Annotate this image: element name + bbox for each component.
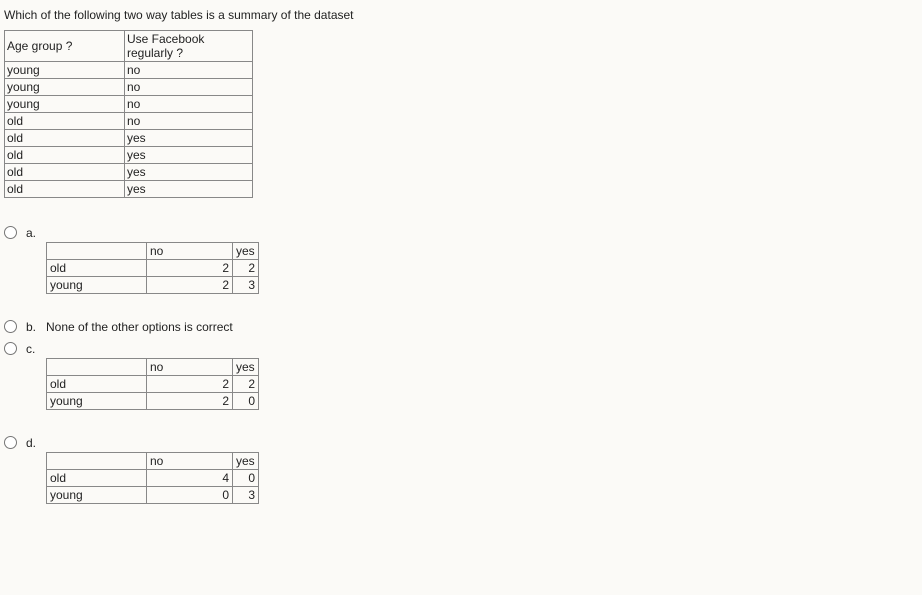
cell-no: 2 bbox=[147, 260, 233, 277]
table-row: oldno bbox=[5, 113, 253, 130]
table-row: oldyes bbox=[5, 147, 253, 164]
row-label: young bbox=[47, 277, 147, 294]
header-age: Age group ? bbox=[5, 31, 125, 62]
cell-age: old bbox=[5, 147, 125, 164]
answer-options: a. no yes old 2 2 young 2 3 bbox=[4, 226, 918, 504]
header-no: no bbox=[147, 359, 233, 376]
cell-fb: yes bbox=[125, 164, 253, 181]
table-row: oldyes bbox=[5, 164, 253, 181]
summary-table-c: no yes old 2 2 young 2 0 bbox=[46, 358, 259, 410]
cell-age: young bbox=[5, 79, 125, 96]
table-row: oldyes bbox=[5, 181, 253, 198]
header-fb: Use Facebook regularly ? bbox=[125, 31, 253, 62]
cell-no: 2 bbox=[147, 393, 233, 410]
cell-no: 2 bbox=[147, 376, 233, 393]
cell-yes: 3 bbox=[233, 277, 259, 294]
cell-yes: 3 bbox=[233, 487, 259, 504]
option-b: b. None of the other options is correct bbox=[4, 320, 918, 336]
cell-age: young bbox=[5, 96, 125, 113]
empty-cell bbox=[47, 453, 147, 470]
cell-fb: yes bbox=[125, 147, 253, 164]
summary-table-d: no yes old 4 0 young 0 3 bbox=[46, 452, 259, 504]
option-c: c. no yes old 2 2 young 2 0 bbox=[4, 342, 918, 410]
cell-fb: yes bbox=[125, 181, 253, 198]
header-yes: yes bbox=[233, 453, 259, 470]
cell-fb: no bbox=[125, 62, 253, 79]
option-letter: d. bbox=[26, 436, 46, 450]
cell-yes: 0 bbox=[233, 470, 259, 487]
cell-age: old bbox=[5, 113, 125, 130]
cell-no: 2 bbox=[147, 277, 233, 294]
cell-no: 0 bbox=[147, 487, 233, 504]
cell-fb: no bbox=[125, 79, 253, 96]
radio-d[interactable] bbox=[4, 436, 17, 449]
option-letter: b. bbox=[26, 320, 46, 334]
dataset-table: Age group ? Use Facebook regularly ? you… bbox=[4, 30, 253, 198]
table-header-row: Age group ? Use Facebook regularly ? bbox=[5, 31, 253, 62]
cell-yes: 0 bbox=[233, 393, 259, 410]
cell-age: old bbox=[5, 164, 125, 181]
row-label: young bbox=[47, 393, 147, 410]
question-text: Which of the following two way tables is… bbox=[4, 8, 918, 22]
cell-fb: no bbox=[125, 113, 253, 130]
cell-age: old bbox=[5, 130, 125, 147]
summary-table-a: no yes old 2 2 young 2 3 bbox=[46, 242, 259, 294]
header-yes: yes bbox=[233, 359, 259, 376]
table-row: youngno bbox=[5, 79, 253, 96]
cell-age: young bbox=[5, 62, 125, 79]
row-label: old bbox=[47, 260, 147, 277]
option-a: a. no yes old 2 2 young 2 3 bbox=[4, 226, 918, 294]
row-label: old bbox=[47, 470, 147, 487]
cell-age: old bbox=[5, 181, 125, 198]
header-yes: yes bbox=[233, 243, 259, 260]
radio-c[interactable] bbox=[4, 342, 17, 355]
header-no: no bbox=[147, 453, 233, 470]
option-d: d. no yes old 4 0 young 0 3 bbox=[4, 436, 918, 504]
empty-cell bbox=[47, 243, 147, 260]
header-no: no bbox=[147, 243, 233, 260]
table-row: youngno bbox=[5, 62, 253, 79]
radio-b[interactable] bbox=[4, 320, 17, 333]
option-letter: c. bbox=[26, 342, 46, 356]
cell-yes: 2 bbox=[233, 376, 259, 393]
radio-a[interactable] bbox=[4, 226, 17, 239]
option-b-text: None of the other options is correct bbox=[46, 320, 233, 334]
table-row: oldyes bbox=[5, 130, 253, 147]
row-label: old bbox=[47, 376, 147, 393]
cell-fb: yes bbox=[125, 130, 253, 147]
row-label: young bbox=[47, 487, 147, 504]
cell-yes: 2 bbox=[233, 260, 259, 277]
empty-cell bbox=[47, 359, 147, 376]
option-letter: a. bbox=[26, 226, 46, 240]
table-row: youngno bbox=[5, 96, 253, 113]
cell-no: 4 bbox=[147, 470, 233, 487]
cell-fb: no bbox=[125, 96, 253, 113]
